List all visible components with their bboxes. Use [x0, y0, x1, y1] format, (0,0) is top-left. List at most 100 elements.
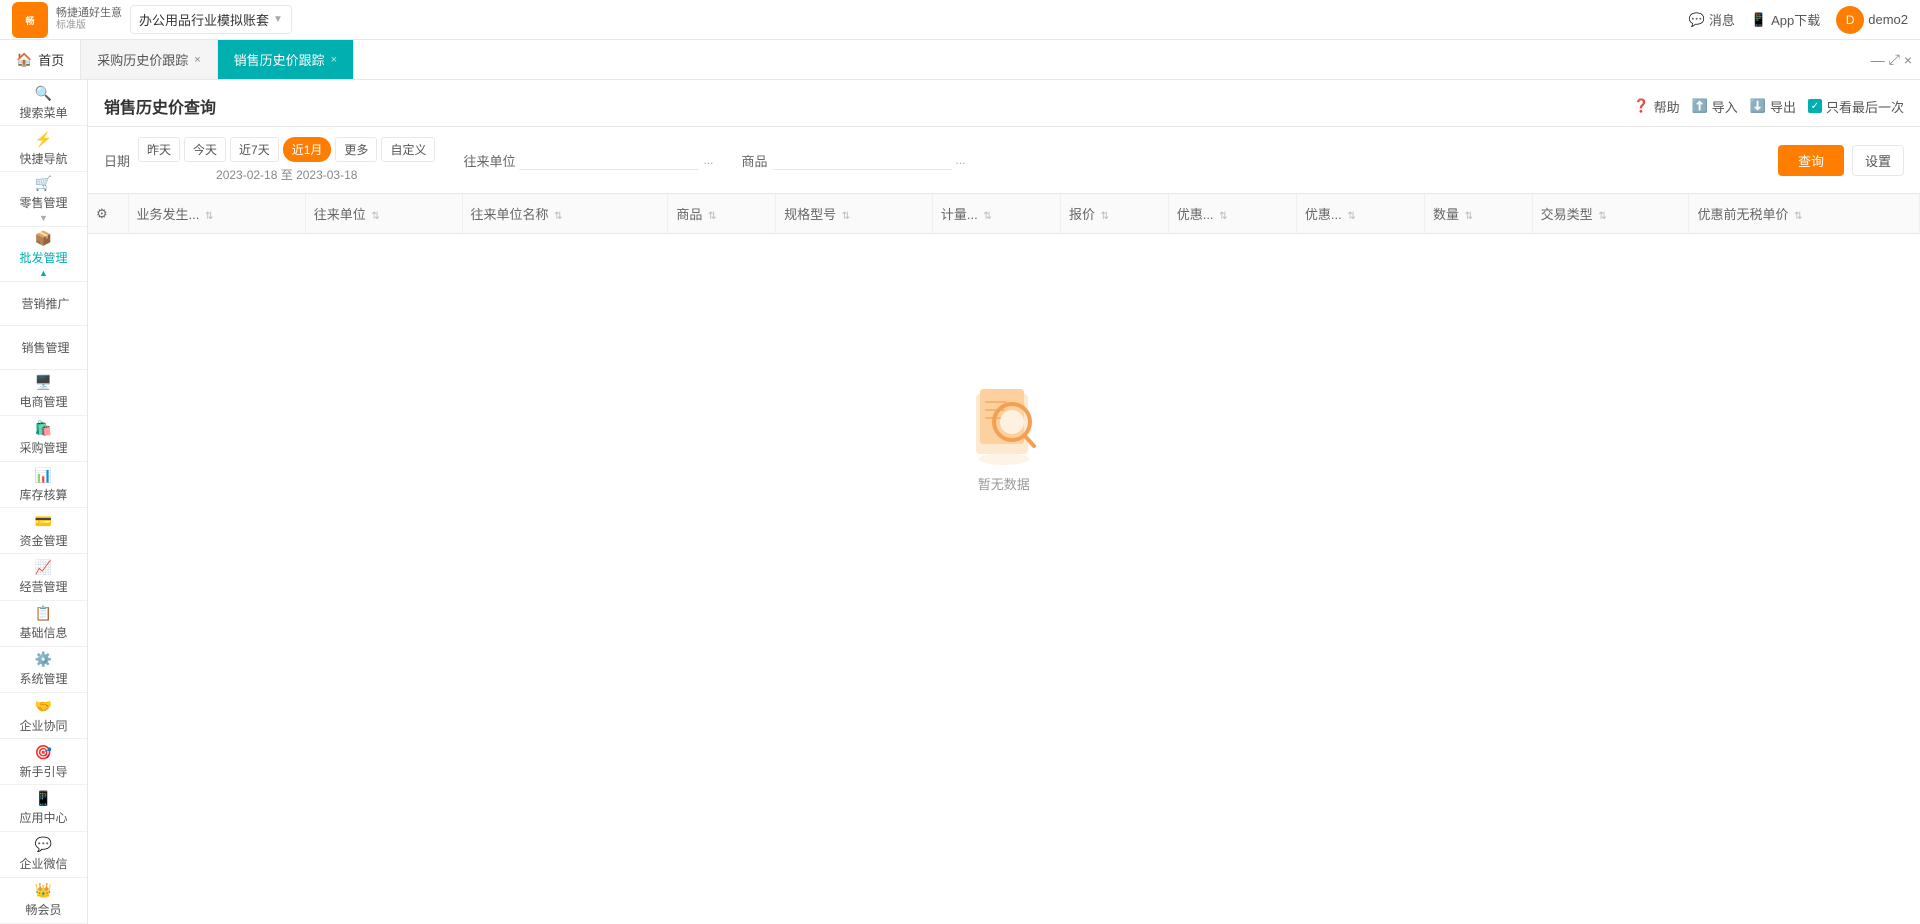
sidebar-item-wholesale-mgmt[interactable]: 📦 批发管理 ▲ — [0, 227, 87, 282]
partner-lookup-icon[interactable]: ... — [703, 153, 713, 167]
ecommerce-icon: 🖥️ — [35, 374, 52, 391]
sidebar-item-enterprise-wechat[interactable]: 💬 企业微信 — [0, 832, 87, 878]
th-discount2[interactable]: 优惠... ⇅ — [1296, 194, 1424, 234]
sidebar-item-finance-mgmt[interactable]: 💳 资金管理 — [0, 508, 87, 554]
sidebar-item-enterprise-coop[interactable]: 🤝 企业协同 — [0, 693, 87, 739]
sidebar-item-beginner-guide[interactable]: 🎯 新手引导 — [0, 739, 87, 785]
th-qty[interactable]: 数量 ⇅ — [1424, 194, 1532, 234]
th-unit[interactable]: 计量... ⇅ — [932, 194, 1060, 234]
sidebar-item-purchase-mgmt[interactable]: 🛍️ 采购管理 — [0, 416, 87, 462]
data-table: ⚙ 业务发生... ⇅ 往来单位 ⇅ 往来单位名称 ⇅ — [88, 194, 1920, 633]
tab-sales-history[interactable]: 销售历史价跟踪 × — [218, 40, 354, 79]
filter-area: 日期 昨天 今天 近7天 近1月 更多 自定义 2023-02-18 至 202… — [88, 127, 1920, 194]
th-discount1[interactable]: 优惠... ⇅ — [1168, 194, 1296, 234]
date-btn-7days[interactable]: 近7天 — [230, 137, 279, 162]
close-sales-tab-icon[interactable]: × — [331, 54, 337, 66]
sidebar-item-inventory[interactable]: 📊 库存核算 — [0, 462, 87, 508]
member-icon: 👑 — [35, 882, 52, 899]
settings-button[interactable]: 设置 — [1852, 145, 1904, 176]
empty-state: 暂无数据 — [88, 294, 1920, 573]
sidebar-item-retail-mgmt[interactable]: 🛒 零售管理 ▼ — [0, 172, 87, 227]
query-button[interactable]: 查询 — [1778, 145, 1844, 176]
system-icon: ⚙️ — [35, 651, 52, 668]
page-actions: ❓ 帮助 ⬆️ 导入 ⬇️ 导出 ✓ 只看最后一次 — [1633, 97, 1904, 116]
svg-text:畅: 畅 — [25, 15, 34, 26]
tab-home[interactable]: 🏠 首页 — [0, 40, 81, 79]
th-spec[interactable]: 规格型号 ⇅ — [776, 194, 933, 234]
partner-input[interactable] — [519, 150, 699, 170]
sort-icon-discount2: ⇅ — [1347, 211, 1355, 222]
sidebar-item-ecommerce-mgmt[interactable]: 🖥️ 电商管理 — [0, 370, 87, 416]
partner-label: 往来单位 — [463, 151, 515, 170]
enterprise-coop-icon: 🤝 — [35, 698, 52, 715]
export-icon: ⬇️ — [1750, 98, 1766, 114]
th-price[interactable]: 报价 ⇅ — [1061, 194, 1169, 234]
date-buttons-group: 昨天 今天 近7天 近1月 更多 自定义 2023-02-18 至 2023-0… — [138, 137, 435, 183]
sidebar-item-app-center[interactable]: 📱 应用中心 — [0, 785, 87, 831]
product-label: 商品 — [741, 151, 767, 170]
table-header-row: ⚙ 业务发生... ⇅ 往来单位 ⇅ 往来单位名称 ⇅ — [88, 194, 1920, 234]
chevron-down-icon: ▼ — [273, 14, 283, 25]
close-window-icon[interactable]: × — [1904, 52, 1912, 68]
date-btn-1month[interactable]: 近1月 — [283, 137, 332, 162]
main-layout: 🔍 搜索菜单 ⚡ 快捷导航 🛒 零售管理 ▼ 📦 批发管理 ▲ 营销推广 销售管… — [0, 80, 1920, 924]
import-btn[interactable]: ⬆️ 导入 — [1692, 97, 1738, 116]
date-btn-more[interactable]: 更多 — [335, 137, 377, 162]
th-partner-name[interactable]: 往来单位名称 ⇅ — [462, 194, 668, 234]
sidebar-item-search-menu[interactable]: 🔍 搜索菜单 — [0, 80, 87, 126]
date-btn-today[interactable]: 今天 — [184, 137, 226, 162]
sort-icon-price: ⇅ — [1101, 211, 1109, 222]
close-purchase-tab-icon[interactable]: × — [194, 54, 200, 66]
message-btn[interactable]: 💬 消息 — [1689, 10, 1735, 29]
sort-icon-partner-code: ⇅ — [371, 211, 379, 222]
sort-icon-qty: ⇅ — [1465, 211, 1473, 222]
sidebar-item-system-mgmt[interactable]: ⚙️ 系统管理 — [0, 647, 87, 693]
purchase-icon: 🛍️ — [35, 420, 52, 437]
beginner-icon: 🎯 — [35, 744, 52, 761]
maximize-icon[interactable]: ⤢ — [1889, 51, 1900, 68]
date-btn-yesterday[interactable]: 昨天 — [138, 137, 180, 162]
sidebar-item-marketing[interactable]: 营销推广 — [0, 282, 87, 326]
sort-icon-spec: ⇅ — [842, 211, 850, 222]
sort-icon-trade-type: ⇅ — [1598, 211, 1606, 222]
sort-icon-partner-name: ⇅ — [554, 211, 562, 222]
user-menu[interactable]: D demo2 — [1836, 6, 1908, 34]
app-download-btn[interactable]: 📱 App下载 — [1751, 10, 1820, 29]
date-range-display: 2023-02-18 至 2023-03-18 — [216, 166, 357, 183]
app-selector[interactable]: 办公用品行业模拟账套 ▼ — [130, 5, 292, 34]
th-product[interactable]: 商品 ⇅ — [668, 194, 776, 234]
tab-bar: 🏠 首页 采购历史价跟踪 × 销售历史价跟踪 × — ⤢ × — [0, 40, 1920, 80]
wechat-icon: 💬 — [35, 836, 52, 853]
sidebar-item-member[interactable]: 👑 畅会员 — [0, 878, 87, 924]
th-partner-code[interactable]: 往来单位 ⇅ — [305, 194, 462, 234]
th-biz-date[interactable]: 业务发生... ⇅ — [128, 194, 305, 234]
sidebar-item-basic-info[interactable]: 📋 基础信息 — [0, 601, 87, 647]
sidebar-item-sales-mgmt[interactable]: 销售管理 — [0, 326, 87, 370]
wholesale-icon: 📦 — [35, 230, 52, 247]
sort-icon-biz-date: ⇅ — [205, 211, 213, 222]
only-last-checkbox[interactable]: ✓ 只看最后一次 — [1808, 97, 1904, 116]
home-icon: 🏠 — [16, 52, 32, 68]
product-lookup-icon[interactable]: ... — [956, 153, 966, 167]
date-btn-custom[interactable]: 自定义 — [381, 137, 435, 162]
tab-purchase-history[interactable]: 采购历史价跟踪 × — [81, 40, 217, 79]
top-bar-left: 畅 畅捷通好生意 标准版 办公用品行业模拟账套 ▼ — [12, 2, 292, 38]
column-settings-icon[interactable]: ⚙ — [96, 206, 108, 221]
download-icon: 📱 — [1751, 12, 1767, 28]
search-menu-icon: 🔍 — [35, 85, 52, 102]
minimize-icon[interactable]: — — [1871, 52, 1885, 68]
table-body: 暂无数据 — [88, 234, 1920, 634]
th-trade-type[interactable]: 交易类型 ⇅ — [1532, 194, 1689, 234]
sidebar-item-quick-nav[interactable]: ⚡ 快捷导航 — [0, 126, 87, 172]
action-buttons: 查询 设置 — [1778, 145, 1904, 176]
help-btn[interactable]: ❓ 帮助 — [1633, 97, 1679, 116]
brand-text: 畅捷通好生意 标准版 — [56, 7, 122, 32]
th-pretax-price[interactable]: 优惠前无税单价 ⇅ — [1689, 194, 1920, 234]
checkbox-icon: ✓ — [1808, 99, 1822, 113]
sort-icon-discount1: ⇅ — [1219, 211, 1227, 222]
export-btn[interactable]: ⬇️ 导出 — [1750, 97, 1796, 116]
sort-icon-unit: ⇅ — [983, 211, 991, 222]
content-area: 销售历史价查询 ❓ 帮助 ⬆️ 导入 ⬇️ 导出 ✓ 只看最后一次 — [88, 80, 1920, 924]
product-input[interactable] — [772, 150, 952, 170]
sidebar-item-ops-mgmt[interactable]: 📈 经营管理 — [0, 554, 87, 600]
